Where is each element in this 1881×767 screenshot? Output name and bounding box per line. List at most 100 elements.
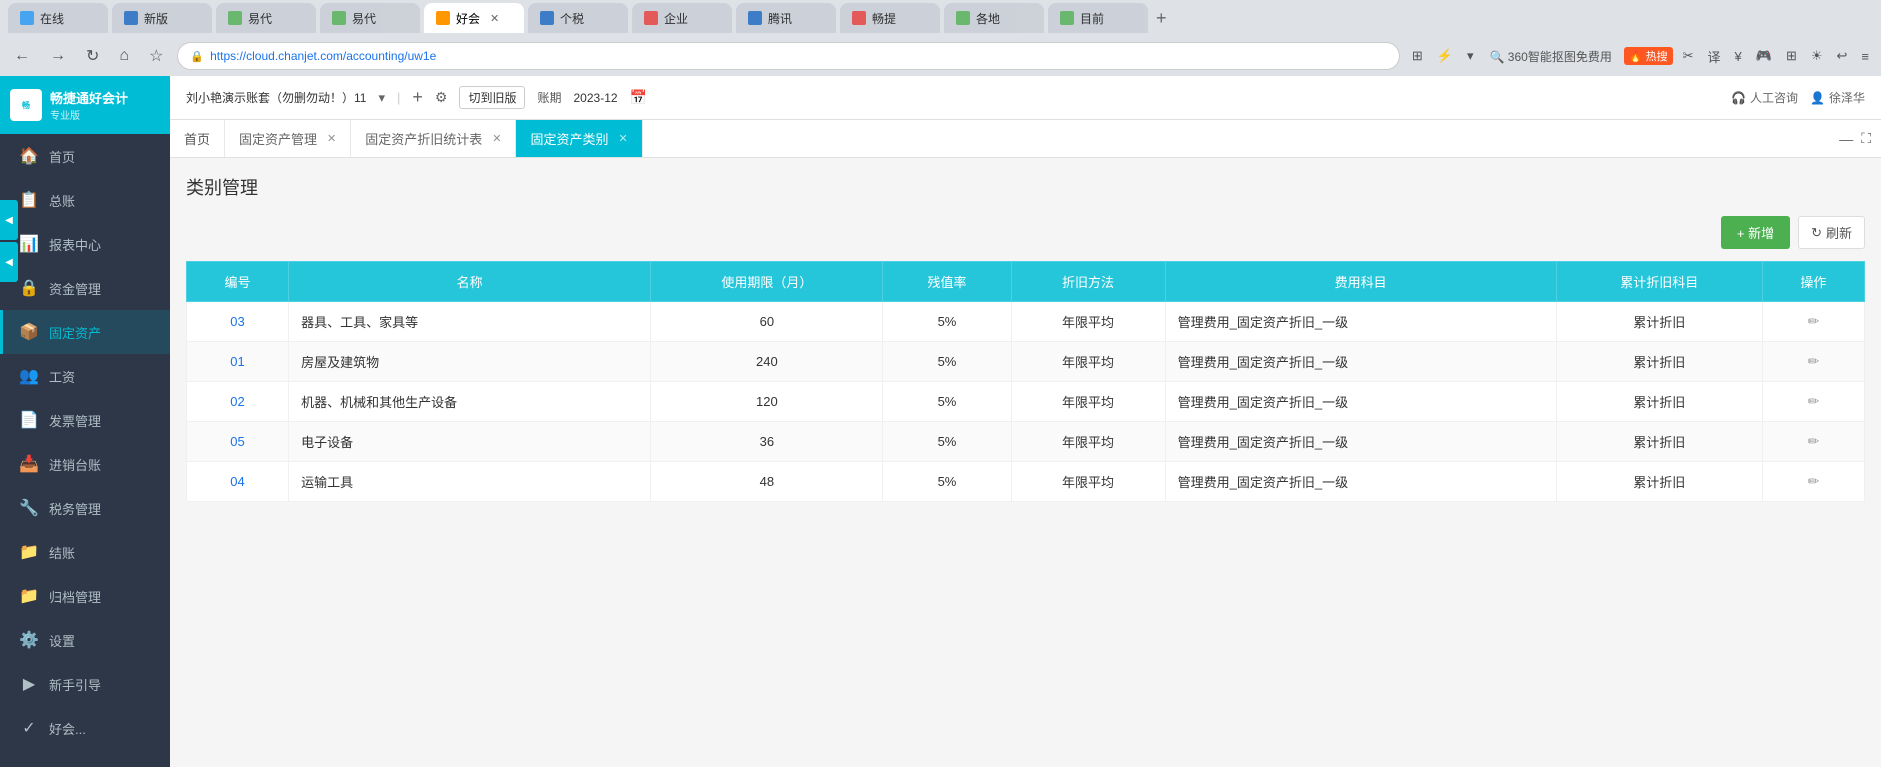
sidebar-item-fund[interactable]: 🔒 资金管理: [0, 266, 170, 310]
cell-code[interactable]: 01: [187, 342, 289, 382]
page-tab-asset-depr[interactable]: 固定资产折旧统计表 ✕: [351, 120, 516, 158]
edit-button[interactable]: ✏: [1808, 393, 1820, 409]
cell-code[interactable]: 02: [187, 382, 289, 422]
game-icon[interactable]: 🎮: [1752, 46, 1776, 66]
cell-expense: 管理费用_固定资产折旧_一级: [1165, 422, 1556, 462]
sidebar-item-home[interactable]: 🏠 首页: [0, 134, 170, 178]
switch-version-button[interactable]: 切到旧版: [459, 86, 525, 109]
close-asset-category-icon[interactable]: ✕: [619, 132, 628, 145]
browser-tab-enterprise[interactable]: 企业: [632, 3, 732, 33]
dropdown-arrow[interactable]: ▾: [378, 90, 385, 106]
user-avatar[interactable]: 👤 徐泽华: [1810, 89, 1865, 106]
cell-period: 48: [651, 462, 883, 502]
cell-code[interactable]: 05: [187, 422, 289, 462]
browser-tab-mubiao[interactable]: 目前: [1048, 3, 1148, 33]
service-button[interactable]: 🎧 人工咨询: [1731, 89, 1798, 106]
browser-tab-easy2[interactable]: 易代: [320, 3, 420, 33]
browser-tab-online[interactable]: 在线: [8, 3, 108, 33]
browser-tab-new[interactable]: 新版: [112, 3, 212, 33]
add-account-btn[interactable]: +: [412, 87, 423, 108]
cell-accumulated: 累计折旧: [1556, 382, 1762, 422]
menu-icon[interactable]: ≡: [1857, 47, 1873, 66]
settings-icon[interactable]: ☀: [1807, 46, 1827, 66]
sidebar-item-checkout[interactable]: 📁 结账: [0, 530, 170, 574]
back-button[interactable]: ←: [8, 45, 36, 67]
browser-tab-tax[interactable]: 个税: [528, 3, 628, 33]
browser-tab-tencent[interactable]: 腾讯: [736, 3, 836, 33]
dropdown-icon[interactable]: ▾: [1463, 46, 1478, 66]
address-bar[interactable]: 🔒 https://cloud.chanjet.com/accounting/u…: [177, 42, 1399, 70]
browser-tab-gedi[interactable]: 各地: [944, 3, 1044, 33]
apps-icon[interactable]: ⊞: [1782, 46, 1801, 66]
close-asset-mgmt-icon[interactable]: ✕: [327, 132, 336, 145]
sidebar-item-ledger[interactable]: 📋 总账: [0, 178, 170, 222]
refresh-button[interactable]: ↻ 刷新: [1798, 216, 1865, 249]
cut-icon[interactable]: ✂: [1679, 46, 1698, 66]
sidebar-item-more[interactable]: ✓ 好会...: [0, 706, 170, 750]
close-asset-depr-icon[interactable]: ✕: [492, 132, 501, 145]
reload-button[interactable]: ↻: [80, 44, 105, 68]
sidebar-item-salary[interactable]: 👥 工资: [0, 354, 170, 398]
cell-period: 240: [651, 342, 883, 382]
table-body: 03 器具、工具、家具等 60 5% 年限平均 管理费用_固定资产折旧_一级 累…: [187, 302, 1865, 502]
bookmark-button[interactable]: ☆: [143, 44, 169, 68]
lightning-icon[interactable]: ⚡: [1433, 46, 1457, 66]
settings-gear-icon[interactable]: ⚙: [435, 89, 448, 106]
cell-method: 年限平均: [1011, 302, 1165, 342]
page-tab-asset-category-label: 固定资产类别: [530, 129, 608, 148]
cell-residual: 5%: [883, 382, 1011, 422]
sidebar-item-report[interactable]: 📊 报表中心: [0, 222, 170, 266]
page-tab-asset-category[interactable]: 固定资产类别 ✕: [516, 120, 642, 158]
browser-tab-hao[interactable]: 好会 ✕: [424, 3, 524, 33]
undo-icon[interactable]: ↩: [1833, 46, 1852, 66]
translate-icon[interactable]: 译: [1704, 45, 1725, 68]
tab-close-hao[interactable]: ✕: [490, 12, 499, 25]
sidebar-item-asset[interactable]: 📦 固定资产: [0, 310, 170, 354]
avatar-icon: 👤: [1810, 91, 1825, 105]
page-tab-asset-mgmt-label: 固定资产管理: [239, 129, 317, 148]
sidebar-item-guide[interactable]: ▶ 新手引导: [0, 662, 170, 706]
panel-icon-2[interactable]: ◀: [0, 242, 18, 282]
main-content: 刘小艳演示账套（勿删勿动！）11 ▾ | + ⚙ 切到旧版 账期 2023-12…: [170, 76, 1881, 767]
forward-button[interactable]: →: [44, 45, 72, 67]
maximize-window-icon[interactable]: ⛶: [1859, 128, 1873, 149]
user-info: 刘小艳演示账套（勿删勿动！）11: [186, 89, 366, 106]
sidebar-item-settings[interactable]: ⚙️ 设置: [0, 618, 170, 662]
edit-button[interactable]: ✏: [1808, 433, 1820, 449]
page-title: 类别管理: [186, 174, 1865, 200]
edit-button[interactable]: ✏: [1808, 353, 1820, 369]
browser-tab-easy1[interactable]: 易代: [216, 3, 316, 33]
cell-code[interactable]: 03: [187, 302, 289, 342]
checkout-icon: 📁: [19, 542, 39, 562]
add-button[interactable]: + 新增: [1721, 216, 1790, 249]
sidebar-label-tax: 税务管理: [49, 499, 101, 518]
edit-button[interactable]: ✏: [1808, 473, 1820, 489]
page-tab-home-label: 首页: [184, 129, 210, 148]
table-row: 03 器具、工具、家具等 60 5% 年限平均 管理费用_固定资产折旧_一级 累…: [187, 302, 1865, 342]
cell-code[interactable]: 04: [187, 462, 289, 502]
home-button[interactable]: ⌂: [113, 45, 135, 67]
cell-residual: 5%: [883, 422, 1011, 462]
edit-button[interactable]: ✏: [1808, 313, 1820, 329]
fund-icon: 🔒: [19, 278, 39, 298]
sidebar-item-tax[interactable]: 🔧 税务管理: [0, 486, 170, 530]
sidebar-item-invoice[interactable]: 📄 发票管理: [0, 398, 170, 442]
grid-icon[interactable]: ⊞: [1408, 46, 1427, 66]
sidebar-item-purchase[interactable]: 📥 进销台账: [0, 442, 170, 486]
logo-subtitle: 专业版: [50, 107, 128, 122]
cell-name: 机器、机械和其他生产设备: [289, 382, 651, 422]
cell-expense: 管理费用_固定资产折旧_一级: [1165, 302, 1556, 342]
refresh-icon: ↻: [1811, 225, 1822, 241]
currency-icon[interactable]: ¥: [1731, 47, 1746, 66]
browser-tab-changtie[interactable]: 畅提: [840, 3, 940, 33]
page-tab-asset-mgmt[interactable]: 固定资产管理 ✕: [225, 120, 351, 158]
sidebar-label-checkout: 结账: [49, 543, 75, 562]
panel-icon-1[interactable]: ◀: [0, 200, 18, 240]
search-bar[interactable]: 🔍 360智能抠图免费用: [1484, 46, 1618, 67]
sidebar-label-ledger: 总账: [49, 191, 75, 210]
page-tab-home[interactable]: 首页: [170, 120, 225, 158]
new-tab-button[interactable]: +: [1152, 8, 1171, 29]
sidebar-item-archive[interactable]: 📁 归档管理: [0, 574, 170, 618]
minimize-window-icon[interactable]: —: [1837, 129, 1855, 149]
calendar-icon[interactable]: 📅: [630, 89, 647, 106]
